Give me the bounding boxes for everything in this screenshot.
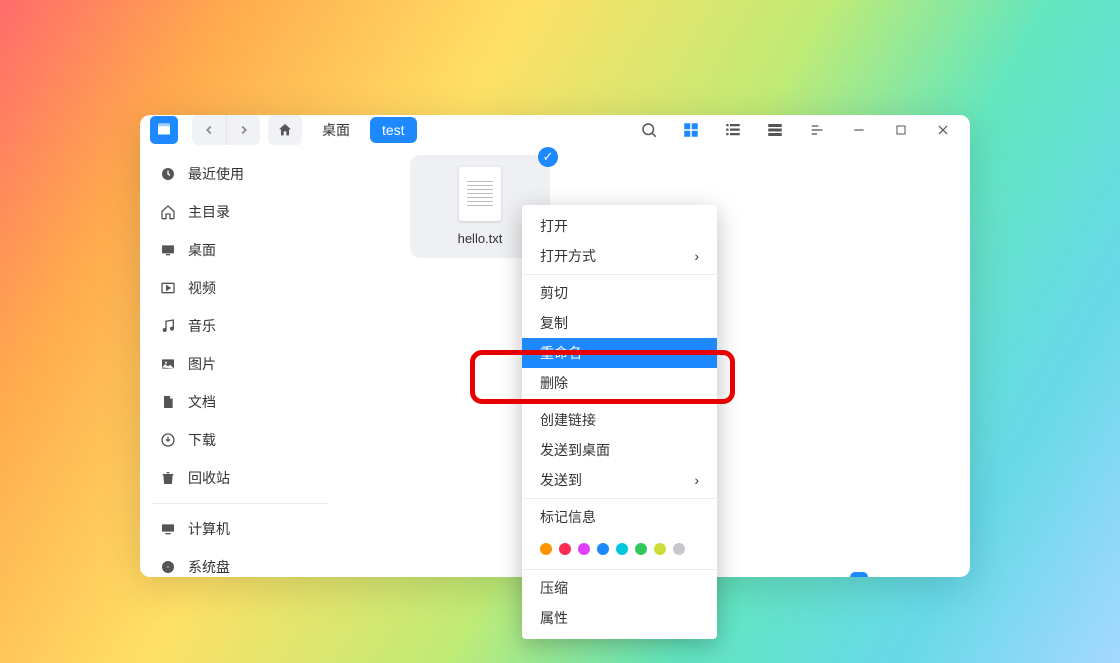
sidebar-item-label: 回收站 xyxy=(188,468,230,488)
sidebar-item-computer[interactable]: 计算机 xyxy=(140,510,340,548)
color-tag-swatch[interactable] xyxy=(616,543,628,555)
chevron-right-icon: › xyxy=(694,248,699,264)
sidebar-item-downloads[interactable]: 下载 xyxy=(140,421,340,459)
maximize-button[interactable] xyxy=(884,115,918,145)
zoom-slider[interactable] xyxy=(842,576,952,577)
sidebar-item-label: 计算机 xyxy=(188,519,230,539)
color-tag-swatch[interactable] xyxy=(559,543,571,555)
sidebar-item-label: 桌面 xyxy=(188,240,216,260)
sidebar-item-label: 下载 xyxy=(188,430,216,450)
ctx-open-with[interactable]: 打开方式› xyxy=(522,241,717,271)
ctx-tag-info[interactable]: 标记信息 xyxy=(522,502,717,532)
sidebar-item-trash[interactable]: 回收站 xyxy=(140,459,340,497)
selection-check-icon: ✓ xyxy=(538,147,558,167)
color-tag-swatch[interactable] xyxy=(578,543,590,555)
minimize-button[interactable] xyxy=(842,115,876,145)
ctx-properties[interactable]: 属性 xyxy=(522,603,717,633)
sidebar-item-recent[interactable]: 最近使用 xyxy=(140,155,340,193)
text-file-icon xyxy=(459,167,501,221)
sidebar-item-desktop[interactable]: 桌面 xyxy=(140,231,340,269)
view-grid-button[interactable] xyxy=(674,115,708,145)
file-name-label: hello.txt xyxy=(458,231,503,246)
sidebar-item-label: 图片 xyxy=(188,354,216,374)
sidebar-item-label: 文档 xyxy=(188,392,216,412)
sidebar-item-label: 音乐 xyxy=(188,316,216,336)
ctx-send-to-desktop[interactable]: 发送到桌面 xyxy=(522,435,717,465)
sidebar-item-home[interactable]: 主目录 xyxy=(140,193,340,231)
color-tag-swatch[interactable] xyxy=(654,543,666,555)
sidebar-item-label: 最近使用 xyxy=(188,164,244,184)
context-menu: 打开 打开方式› 剪切 复制 重命名 删除 创建链接 发送到桌面 发送到› 标记… xyxy=(522,205,717,639)
close-button[interactable] xyxy=(926,115,960,145)
toolbar: 桌面 test xyxy=(140,115,970,145)
sidebar-separator xyxy=(152,503,328,504)
sidebar: 最近使用 主目录 桌面 视频 音乐 图片 xyxy=(140,145,340,577)
ctx-separator xyxy=(522,274,717,275)
color-tag-swatch[interactable] xyxy=(540,543,552,555)
ctx-separator xyxy=(522,498,717,499)
sidebar-item-images[interactable]: 图片 xyxy=(140,345,340,383)
ctx-color-tags xyxy=(522,532,717,566)
sidebar-item-system-disk[interactable]: 系统盘 xyxy=(140,548,340,577)
ctx-create-link[interactable]: 创建链接 xyxy=(522,405,717,435)
color-tag-swatch[interactable] xyxy=(597,543,609,555)
chevron-right-icon: › xyxy=(694,472,699,488)
breadcrumb-desktop[interactable]: 桌面 xyxy=(310,115,362,145)
sidebar-item-music[interactable]: 音乐 xyxy=(140,307,340,345)
sidebar-item-documents[interactable]: 文档 xyxy=(140,383,340,421)
search-button[interactable] xyxy=(632,115,666,145)
sidebar-item-label: 主目录 xyxy=(188,202,230,222)
ctx-separator xyxy=(522,401,717,402)
ctx-cut[interactable]: 剪切 xyxy=(522,278,717,308)
ctx-open[interactable]: 打开 xyxy=(522,211,717,241)
ctx-copy[interactable]: 复制 xyxy=(522,308,717,338)
slider-thumb[interactable] xyxy=(850,572,868,577)
forward-button[interactable] xyxy=(226,115,260,145)
breadcrumb-test[interactable]: test xyxy=(370,117,417,143)
home-button[interactable] xyxy=(268,115,302,145)
ctx-rename[interactable]: 重命名 xyxy=(522,338,717,368)
ctx-compress[interactable]: 压缩 xyxy=(522,573,717,603)
color-tag-swatch[interactable] xyxy=(635,543,647,555)
view-list-button[interactable] xyxy=(716,115,750,145)
sidebar-item-label: 系统盘 xyxy=(188,557,230,577)
nav-back-forward xyxy=(192,115,260,145)
menu-button[interactable] xyxy=(800,115,834,145)
ctx-separator xyxy=(522,569,717,570)
color-tag-swatch[interactable] xyxy=(673,543,685,555)
back-button[interactable] xyxy=(192,115,226,145)
view-columns-button[interactable] xyxy=(758,115,792,145)
ctx-delete[interactable]: 删除 xyxy=(522,368,717,398)
sidebar-item-label: 视频 xyxy=(188,278,216,298)
ctx-send-to[interactable]: 发送到› xyxy=(522,465,717,495)
sidebar-item-video[interactable]: 视频 xyxy=(140,269,340,307)
app-icon xyxy=(150,116,178,144)
